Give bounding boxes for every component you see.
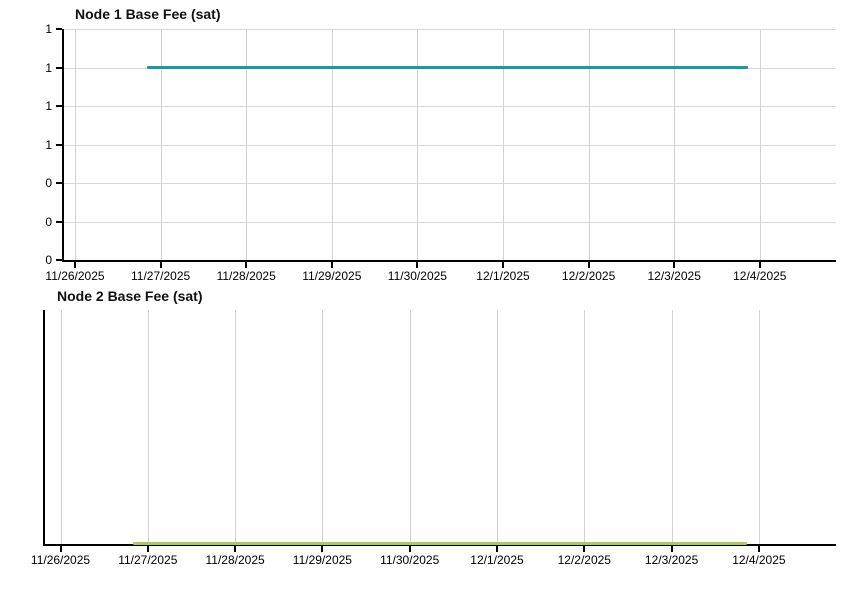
x-gridline bbox=[584, 310, 586, 544]
x-tick-label: 12/4/2025 bbox=[733, 269, 787, 283]
x-tick-label: 11/26/2025 bbox=[30, 553, 91, 567]
x-tick-label: 11/30/2025 bbox=[380, 553, 440, 567]
y-tick-label: 1 bbox=[45, 22, 52, 36]
y-tick-label: 0 bbox=[45, 214, 52, 229]
x-tick-mark bbox=[416, 262, 419, 268]
x-tick-label: 12/2/2025 bbox=[561, 269, 616, 283]
x-tick-mark bbox=[587, 262, 590, 268]
x-tick-mark bbox=[146, 546, 149, 552]
x-tick-mark bbox=[74, 262, 76, 268]
x-tick-mark bbox=[59, 546, 62, 552]
x-gridline bbox=[75, 29, 76, 260]
x-gridline bbox=[235, 310, 237, 544]
y-tick-label: 1 bbox=[45, 60, 52, 75]
y-gridline bbox=[63, 221, 836, 223]
x-tick-mark bbox=[234, 546, 237, 552]
x-tick-label: 11/29/2025 bbox=[292, 553, 352, 567]
y-tick-label: 1 bbox=[45, 99, 52, 113]
x-tick-label: 11/27/2025 bbox=[131, 269, 191, 283]
x-gridline bbox=[160, 29, 162, 260]
x-gridline bbox=[147, 310, 149, 544]
x-tick-mark bbox=[757, 546, 760, 552]
x-tick-label: 11/29/2025 bbox=[302, 269, 362, 283]
x-tick-label: 11/26/2025 bbox=[45, 269, 105, 283]
x-gridline bbox=[331, 29, 333, 260]
x-tick-label: 12/3/2025 bbox=[644, 553, 699, 567]
x-tick-label: 12/1/2025 bbox=[470, 553, 524, 567]
x-tick-mark bbox=[583, 546, 586, 552]
x-tick-label: 12/3/2025 bbox=[647, 269, 701, 283]
x-gridline bbox=[322, 310, 324, 544]
x-gridline bbox=[503, 29, 504, 260]
x-tick-label: 11/30/2025 bbox=[387, 269, 447, 283]
x-tick-label: 12/4/2025 bbox=[732, 553, 786, 567]
x-gridline bbox=[758, 310, 760, 544]
x-tick-label: 12/2/2025 bbox=[557, 553, 611, 567]
y-gridline bbox=[63, 183, 836, 184]
x-gridline bbox=[759, 29, 761, 260]
x-tick-mark bbox=[670, 546, 673, 552]
x-gridline bbox=[588, 29, 590, 260]
y-gridline bbox=[63, 29, 836, 30]
x-tick-label: 11/28/2025 bbox=[216, 269, 276, 283]
y-tick-label: 0 bbox=[45, 253, 52, 267]
x-tick-mark bbox=[496, 546, 498, 552]
x-tick-label: 11/28/2025 bbox=[205, 553, 265, 567]
x-tick-mark bbox=[245, 262, 248, 268]
x-tick-mark bbox=[502, 262, 504, 268]
y-tick-label: 1 bbox=[45, 137, 52, 152]
x-gridline bbox=[60, 310, 62, 544]
series-line-node2 bbox=[132, 542, 747, 545]
node2-chart-title: Node 2 Base Fee (sat) bbox=[57, 288, 203, 304]
x-axis-line bbox=[62, 260, 836, 262]
x-tick-mark bbox=[673, 262, 676, 268]
y-axis-line bbox=[43, 310, 45, 546]
x-tick-label: 11/27/2025 bbox=[118, 553, 178, 567]
x-gridline bbox=[674, 29, 676, 260]
y-axis-line bbox=[62, 29, 64, 262]
series-line-node1 bbox=[146, 65, 748, 69]
x-gridline bbox=[417, 29, 419, 260]
x-tick-mark bbox=[758, 262, 761, 268]
charts-canvas: Node 1 Base Fee (sat) Node 2 Base Fee (s… bbox=[0, 0, 860, 600]
y-gridline bbox=[63, 106, 836, 107]
x-tick-mark bbox=[408, 546, 411, 552]
x-tick-mark bbox=[330, 262, 333, 268]
node1-chart-title: Node 1 Base Fee (sat) bbox=[75, 6, 221, 22]
x-tick-mark bbox=[321, 546, 324, 552]
x-tick-mark bbox=[159, 262, 162, 268]
x-gridline bbox=[497, 310, 498, 544]
x-tick-label: 12/1/2025 bbox=[476, 269, 530, 283]
x-gridline bbox=[409, 310, 411, 544]
y-gridline bbox=[63, 144, 836, 146]
x-gridline bbox=[246, 29, 248, 260]
x-gridline bbox=[671, 310, 673, 544]
y-tick-label: 0 bbox=[45, 176, 52, 190]
